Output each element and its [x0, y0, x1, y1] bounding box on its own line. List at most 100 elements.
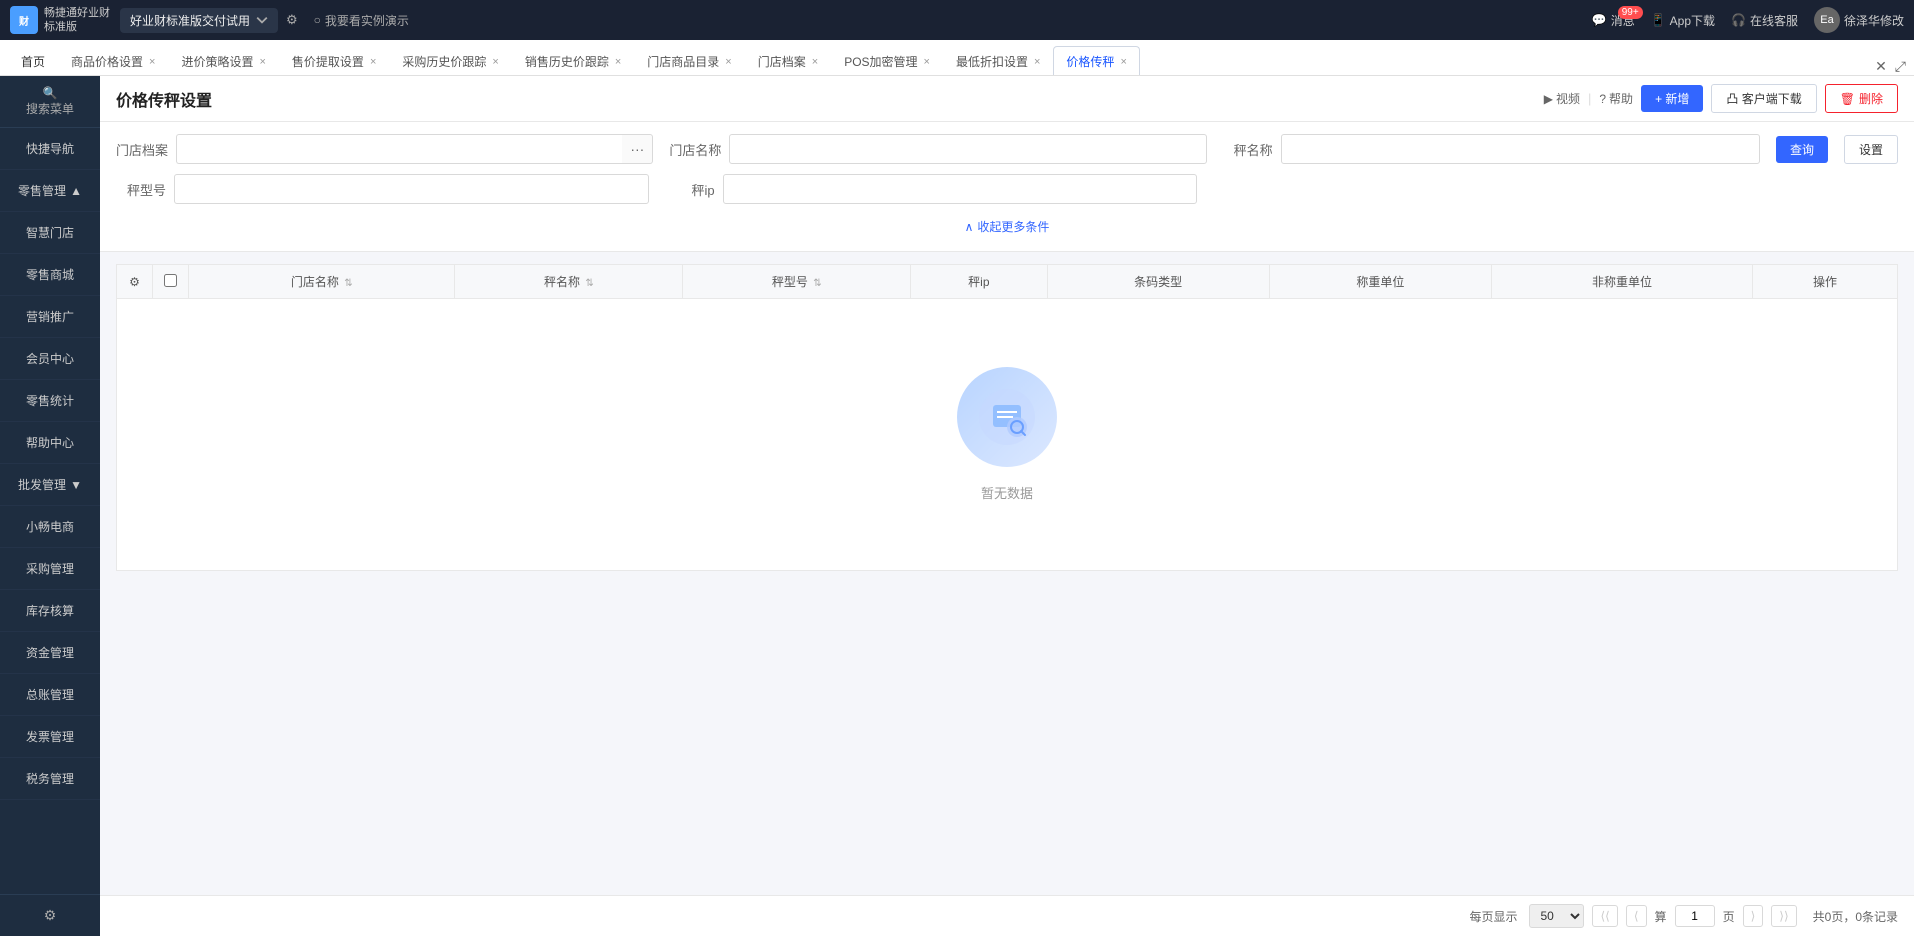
page-suffix: 页 [1723, 908, 1735, 925]
edition-selector[interactable]: 好业财标准版交付试用 [120, 8, 278, 33]
select-all-checkbox[interactable] [164, 274, 177, 287]
empty-state: 暂无数据 [127, 307, 1887, 562]
form-item-scale-model: 秤型号 [116, 174, 649, 204]
messages-badge: 99+ [1618, 6, 1643, 19]
sort-icon[interactable]: ⇅ [813, 278, 821, 289]
tab-bar: 首页 商品价格设置 × 进价策略设置 × 售价提取设置 × 采购历史价跟踪 × … [0, 40, 1914, 76]
logo-area: 财 畅捷通好业财 标准版 [10, 6, 110, 35]
search-button[interactable]: 查询 [1776, 136, 1828, 163]
store-name-input[interactable] [729, 134, 1206, 164]
maximize-button[interactable]: ⤢ [1895, 58, 1906, 75]
tab-price-scale[interactable]: 价格传秤 × [1053, 46, 1139, 76]
table-body: 暂无数据 [117, 299, 1898, 571]
messages-button[interactable]: 💬 消息 99+ [1592, 12, 1635, 29]
sidebar-item-ecommerce[interactable]: 小畅电商 [0, 506, 100, 548]
add-button[interactable]: + 新增 [1641, 85, 1703, 112]
sidebar-item-purchase[interactable]: 采购管理 [0, 548, 100, 590]
demo-link[interactable]: ○ 我要看实例演示 [314, 12, 409, 29]
tab-purchase-history[interactable]: 采购历史价跟踪 × [389, 46, 511, 76]
close-icon[interactable]: × [259, 56, 265, 68]
close-icon[interactable]: × [812, 56, 818, 68]
sidebar-item-inventory[interactable]: 库存核算 [0, 590, 100, 632]
tab-sale-extract[interactable]: 售价提取设置 × [279, 46, 389, 76]
sidebar-item-retail-mall[interactable]: 零售商城 [0, 254, 100, 296]
tab-store-catalog[interactable]: 门店商品目录 × [634, 46, 744, 76]
delete-button[interactable]: 🗑 删除 [1825, 84, 1898, 113]
close-icon[interactable]: × [370, 56, 376, 68]
tab-purchase-strategy[interactable]: 进价策略设置 × [168, 46, 278, 76]
help-link[interactable]: ? 帮助 [1599, 90, 1633, 107]
last-page-button[interactable]: ⟩⟩ [1771, 905, 1796, 927]
close-icon[interactable]: × [1120, 56, 1126, 68]
tab-store-file[interactable]: 门店档案 × [745, 46, 831, 76]
sidebar-item-invoice[interactable]: 发票管理 [0, 716, 100, 758]
page-input[interactable]: 1 [1675, 905, 1715, 927]
settings-query-button[interactable]: 设置 [1844, 135, 1898, 164]
close-icon[interactable]: × [725, 56, 731, 68]
close-icon[interactable]: × [149, 56, 155, 68]
sidebar-item-ledger[interactable]: 总账管理 [0, 674, 100, 716]
sidebar-item-help[interactable]: 帮助中心 [0, 422, 100, 464]
user-menu-button[interactable]: Ea 徐泽华修改 [1814, 7, 1904, 33]
online-service-button[interactable]: 🎧 在线客服 [1731, 12, 1798, 29]
sidebar-item-tax[interactable]: 税务管理 [0, 758, 100, 800]
prev-page-button[interactable]: ⟨ [1626, 905, 1647, 927]
sidebar-item-wholesale[interactable]: 批发管理 ▼ [0, 464, 100, 506]
per-page-select[interactable]: 20 50 100 [1529, 904, 1584, 928]
scale-ip-input[interactable] [723, 174, 1198, 204]
sidebar-item-quick-nav[interactable]: 快捷导航 [0, 128, 100, 170]
store-name-label: 门店名称 [669, 140, 721, 159]
store-file-dots-button[interactable]: ··· [622, 134, 653, 164]
close-icon[interactable]: × [492, 56, 498, 68]
next-page-button[interactable]: ⟩ [1743, 905, 1764, 927]
th-settings[interactable]: ⚙ [117, 265, 153, 299]
scale-ip-label: 秤ip [665, 180, 715, 199]
sort-icon[interactable]: ⇅ [585, 278, 593, 289]
store-file-input[interactable] [176, 134, 622, 164]
sidebar-item-smart-store[interactable]: 智慧门店 [0, 212, 100, 254]
th-scale-name: 秤名称 ⇅ [455, 265, 683, 299]
sidebar-settings-button[interactable]: ⚙ [0, 894, 100, 936]
table-header-row: ⚙ 门店名称 ⇅ 秤名称 ⇅ 秤型号 [117, 265, 1898, 299]
close-icon[interactable]: × [615, 56, 621, 68]
sidebar-item-finance[interactable]: 资金管理 [0, 632, 100, 674]
scale-name-input[interactable] [1281, 134, 1760, 164]
empty-illustration [957, 367, 1057, 467]
tab-sales-history[interactable]: 销售历史价跟踪 × [512, 46, 634, 76]
tab-bar-actions: ✕ ⤢ [1875, 58, 1906, 75]
collapse-button[interactable]: ∧ 收起更多条件 [116, 214, 1898, 239]
download-button[interactable]: 凸 客户端下载 [1711, 84, 1816, 113]
content-area: 价格传秤设置 ▶ 视频 | ? 帮助 + 新增 凸 客户端下载 🗑 [100, 76, 1914, 936]
empty-text: 暂无数据 [981, 483, 1033, 502]
main-layout: 🔍 搜索菜单 快捷导航 零售管理 ▲ 智慧门店 零售商城 营销推广 会员中心 零… [0, 76, 1914, 936]
sidebar-search[interactable]: 🔍 搜索菜单 [0, 76, 100, 128]
th-non-weight-unit: 非称重单位 [1492, 265, 1753, 299]
tab-product-price[interactable]: 商品价格设置 × [58, 46, 168, 76]
tab-home[interactable]: 首页 [8, 46, 58, 76]
empty-state-row: 暂无数据 [117, 299, 1898, 571]
table-header: ⚙ 门店名称 ⇅ 秤名称 ⇅ 秤型号 [117, 265, 1898, 299]
data-table: ⚙ 门店名称 ⇅ 秤名称 ⇅ 秤型号 [116, 264, 1898, 571]
app-download-button[interactable]: 📱 App下载 [1651, 12, 1715, 29]
edition-settings-button[interactable]: ⚙ [286, 12, 298, 28]
logo-text: 畅捷通好业财 标准版 [44, 6, 110, 35]
sidebar-item-retail-mgmt[interactable]: 零售管理 ▲ [0, 170, 100, 212]
close-icon[interactable]: × [1034, 56, 1040, 68]
delete-icon: 🗑 [1840, 92, 1855, 106]
close-all-button[interactable]: ✕ [1875, 58, 1887, 75]
scale-model-input[interactable] [174, 174, 649, 204]
th-scale-model: 秤型号 ⇅ [683, 265, 911, 299]
top-right-actions: 💬 消息 99+ 📱 App下载 🎧 在线客服 Ea 徐泽华修改 [1592, 7, 1904, 33]
sort-icon[interactable]: ⇅ [344, 278, 352, 289]
sidebar-item-marketing[interactable]: 营销推广 [0, 296, 100, 338]
sidebar-item-member[interactable]: 会员中心 [0, 338, 100, 380]
video-link[interactable]: ▶ 视频 [1544, 90, 1580, 107]
first-page-button[interactable]: ⟨⟨ [1592, 905, 1617, 927]
th-checkbox[interactable] [153, 265, 189, 299]
close-icon[interactable]: × [924, 56, 930, 68]
store-file-input-group: ··· [176, 134, 653, 164]
sidebar-item-retail-stats[interactable]: 零售统计 [0, 380, 100, 422]
tab-pos-encrypt[interactable]: POS加密管理 × [831, 46, 943, 76]
tab-min-discount[interactable]: 最低折扣设置 × [943, 46, 1053, 76]
help-icon: ? [1599, 92, 1606, 106]
